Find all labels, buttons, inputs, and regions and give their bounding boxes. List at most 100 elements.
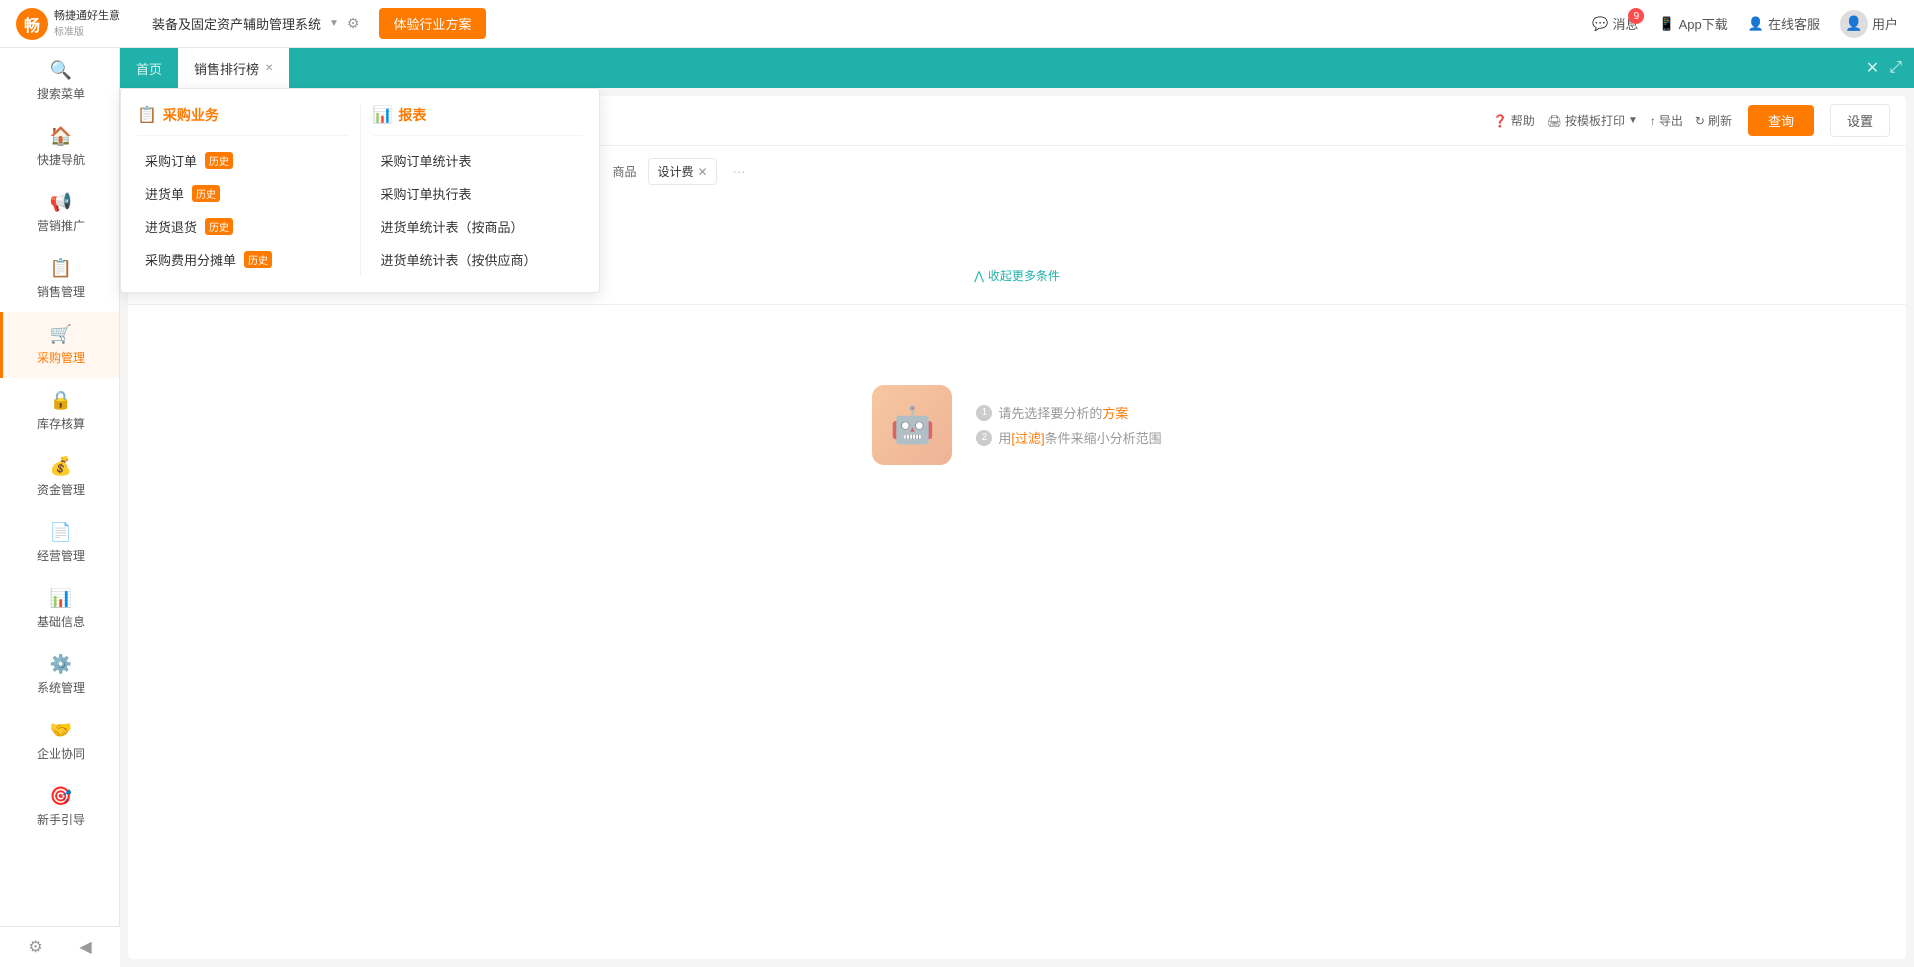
purchase-icon: 🛒: [50, 324, 72, 345]
sidebar-item-label: 库存核算: [37, 415, 85, 432]
goods-tag-close-icon[interactable]: ✕: [697, 165, 707, 179]
sidebar-item-basic-info[interactable]: 📊 基础信息: [0, 576, 119, 642]
toolbar-right: ❓ 帮助 🖨 按模板打印 ▼ ↑ 导出 ↻ 刷新: [1493, 112, 1732, 129]
dropdown-item-report-4[interactable]: 进货单统计表（按供应商）: [373, 243, 584, 276]
chart-icon: 📊: [50, 588, 72, 609]
tab-close-icon[interactable]: ✕: [265, 63, 273, 74]
logo-icon: 畅: [16, 8, 48, 40]
online-service-button[interactable]: 👤 在线客服: [1748, 14, 1820, 33]
refresh-icon: ↻: [1695, 114, 1705, 128]
empty-illustration: 🤖: [872, 385, 952, 465]
goods-tag[interactable]: 设计费 ✕: [648, 158, 716, 185]
hist-badge: 历史: [192, 185, 220, 202]
sidebar-item-guide[interactable]: 🎯 新手引导: [0, 774, 119, 840]
setting-button[interactable]: 设置: [1830, 104, 1890, 137]
app-download-button[interactable]: 📱 App下载: [1658, 14, 1727, 33]
service-icon: 👤: [1748, 16, 1764, 32]
export-button[interactable]: ↑ 导出: [1650, 112, 1683, 129]
print-icon: 🖨: [1547, 114, 1562, 128]
sidebar-item-label: 营销推广: [37, 217, 85, 234]
print-button[interactable]: 🖨 按模板打印 ▼: [1547, 112, 1638, 129]
goods-more-icon[interactable]: ···: [733, 164, 746, 179]
home-icon: 🏠: [50, 126, 72, 147]
online-service-label: 在线客服: [1768, 14, 1820, 33]
tab-home[interactable]: 首页: [120, 48, 178, 88]
help-button[interactable]: ❓ 帮助: [1493, 112, 1535, 129]
hist-badge: 历史: [205, 218, 233, 235]
dropdown-item-report-3[interactable]: 进货单统计表（按商品）: [373, 210, 584, 243]
collapse-icon: ⋀: [974, 269, 984, 283]
topbar-right: 💬 消息 9 📱 App下载 👤 在线客服 👤 用户: [1592, 10, 1898, 38]
sidebar-item-label: 企业协同: [37, 745, 85, 762]
collapse-button[interactable]: ⋀ 收起更多条件: [958, 263, 1076, 288]
message-button[interactable]: 💬 消息 9: [1592, 14, 1638, 33]
dropdown-item-expense[interactable]: 采购费用分摊单 历史: [137, 243, 348, 276]
user-button[interactable]: 👤 用户: [1840, 10, 1898, 38]
industry-button[interactable]: 体验行业方案: [379, 8, 485, 39]
system-name: 装备及固定资产辅助管理系统: [152, 14, 321, 33]
sidebar-item-inventory[interactable]: 🔒 库存核算: [0, 378, 119, 444]
sidebar-item-label: 搜索菜单: [37, 85, 85, 102]
search-icon: 🔍: [50, 60, 72, 81]
empty-tip-2: 2 用[过滤]条件来缩小分析范围: [976, 428, 1161, 447]
dropdown-item-purchase-order[interactable]: 采购订单 历史: [137, 144, 348, 177]
topbar: 畅 畅捷通好生意 标准版 装备及固定资产辅助管理系统 ▼ ⚙ 体验行业方案 💬 …: [0, 0, 1914, 48]
logo: 畅 畅捷通好生意 标准版: [16, 8, 136, 40]
sidebar-item-operation[interactable]: 📄 经营管理: [0, 510, 119, 576]
tab-sales-rank-label: 销售排行榜: [194, 59, 259, 78]
guide-icon: 🎯: [50, 786, 72, 807]
sidebar-item-search[interactable]: 🔍 搜索菜单: [0, 48, 119, 114]
dropdown-item-return[interactable]: 进货退货 历史: [137, 210, 348, 243]
report-col-title: 📊 报表: [373, 105, 584, 136]
message-badge: 9: [1628, 8, 1644, 24]
sidebar: 🔍 搜索菜单 🏠 快捷导航 📢 营销推广 📋 销售管理 🛒 采购管理 🔒 库存核…: [0, 48, 120, 967]
sidebar-item-label: 销售管理: [37, 283, 85, 300]
tab-sales-rank[interactable]: 销售排行榜 ✕: [178, 48, 289, 88]
sidebar-item-label: 系统管理: [37, 679, 85, 696]
sales-icon: 📋: [50, 258, 72, 279]
purchase-col: 📋 采购业务 采购订单 历史 进货单 历史 进货退货 历史 采购费用分摊单 历史: [137, 105, 348, 276]
sidebar-item-nav[interactable]: 🏠 快捷导航: [0, 114, 119, 180]
goods-label: 商品: [612, 163, 636, 180]
dropdown-item-report-1[interactable]: 采购订单统计表: [373, 144, 584, 177]
tabbar: 首页 销售排行榜 ✕ ✕ ⤢: [120, 48, 1914, 88]
money-icon: 💰: [50, 456, 72, 477]
report-col-icon: 📊: [373, 105, 393, 125]
app-download-label: App下载: [1679, 14, 1728, 33]
sidebar-item-finance[interactable]: 💰 资金管理: [0, 444, 119, 510]
tab-close-all-icon[interactable]: ✕: [1862, 54, 1883, 82]
purchase-col-icon: 📋: [137, 105, 157, 125]
phone-icon: 📱: [1658, 16, 1674, 32]
system-chevron-icon[interactable]: ▼: [329, 18, 339, 29]
sidebar-item-enterprise[interactable]: 🤝 企业协同: [0, 708, 119, 774]
empty-tips: 1 请先选择要分析的方案 2 用[过滤]条件来缩小分析范围: [976, 403, 1161, 447]
empty-state: 🤖 1 请先选择要分析的方案 2 用[过滤]条件来缩小分析范围: [128, 305, 1906, 545]
collapse-sidebar-icon[interactable]: ◀: [79, 937, 91, 957]
sidebar-item-label: 基础信息: [37, 613, 85, 630]
gear-icon[interactable]: ⚙: [347, 15, 360, 32]
sidebar-item-label: 资金管理: [37, 481, 85, 498]
settings-bottom-icon[interactable]: ⚙: [28, 937, 42, 957]
logo-sub: 标准版: [54, 23, 120, 38]
sidebar-bottom: ⚙ ◀: [0, 926, 120, 967]
hist-badge: 历史: [205, 152, 233, 169]
tab-home-label: 首页: [136, 59, 162, 78]
hist-badge: 历史: [244, 251, 272, 268]
sidebar-item-sales[interactable]: 📋 销售管理: [0, 246, 119, 312]
purchase-dropdown: 📋 采购业务 采购订单 历史 进货单 历史 进货退货 历史 采购费用分摊单 历史: [120, 88, 600, 293]
refresh-button[interactable]: ↻ 刷新: [1695, 112, 1732, 129]
system-name-area: 装备及固定资产辅助管理系统 ▼ ⚙ 体验行业方案: [152, 8, 486, 39]
tip-num-1: 1: [976, 405, 992, 421]
dropdown-item-inbound[interactable]: 进货单 历史: [137, 177, 348, 210]
message-icon: 💬: [1592, 16, 1608, 32]
report-col: 📊 报表 采购订单统计表 采购订单执行表 进货单统计表（按商品） 进货单统计表（…: [373, 105, 584, 276]
sidebar-item-marketing[interactable]: 📢 营销推广: [0, 180, 119, 246]
tab-expand-icon[interactable]: ⤢: [1885, 55, 1906, 81]
sidebar-item-system[interactable]: ⚙️ 系统管理: [0, 642, 119, 708]
sidebar-item-purchase[interactable]: 🛒 采购管理: [0, 312, 119, 378]
query-button[interactable]: 查询: [1748, 105, 1814, 136]
logo-name: 畅捷通好生意: [54, 9, 120, 23]
sidebar-item-label: 新手引导: [37, 811, 85, 828]
help-icon: ❓: [1493, 114, 1508, 128]
dropdown-item-report-2[interactable]: 采购订单执行表: [373, 177, 584, 210]
